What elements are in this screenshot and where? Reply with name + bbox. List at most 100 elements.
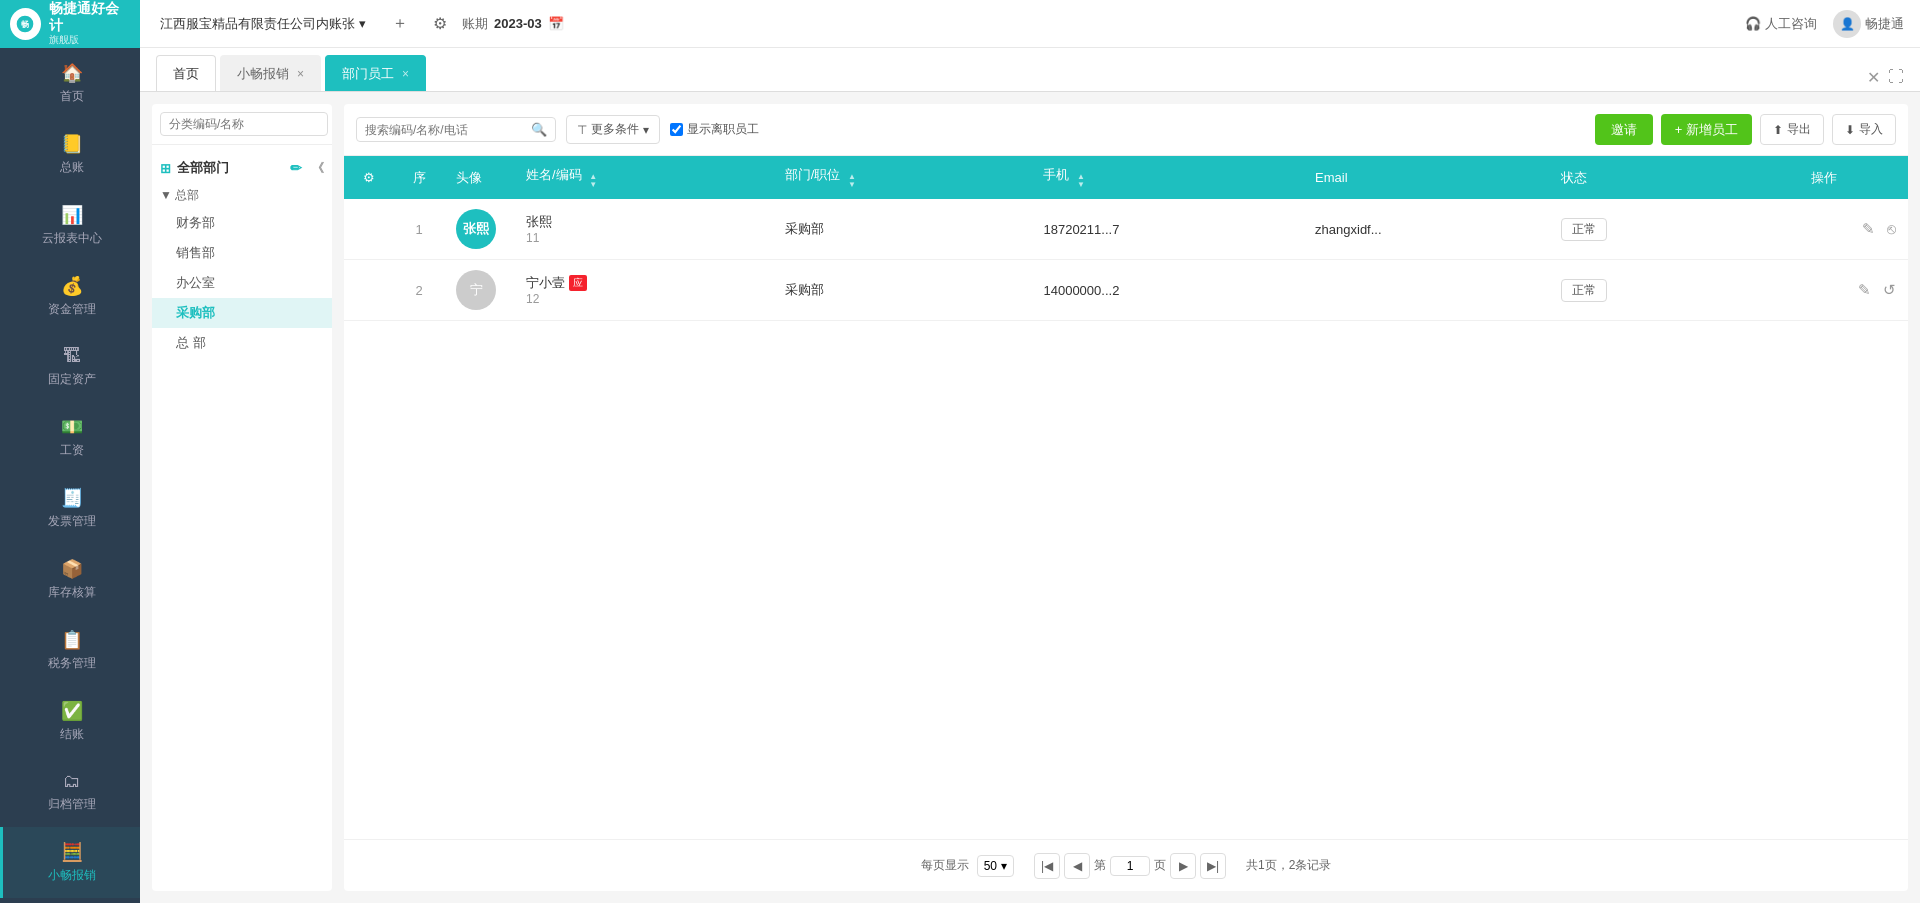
row1-avatar: 张熙 [444,199,514,260]
page-unit: 页 [1154,857,1166,874]
row2-dept: 采购部 [773,260,1032,321]
dept-tree: ⊞ 全部部门 ✏ 《 ▼ 总部 财务部 销售部 办公室 [152,145,332,891]
logout-icon[interactable]: ⎋ [1887,220,1896,238]
sidebar-item-invoice[interactable]: 🧾 发票管理 [0,473,140,544]
sidebar-item-assets[interactable]: 🏗 固定资产 [0,332,140,402]
filter-button[interactable]: ⊤ 更多条件 ▾ [566,115,660,144]
page-size-select[interactable]: 50 ▾ [977,855,1014,877]
dept-item-purchase[interactable]: 采购部 [152,298,332,328]
import-button[interactable]: ⬇ 导入 [1832,114,1896,145]
table-row: 1 张熙 张熙 11 采购部 [344,199,1908,260]
tab-dept-label: 部门员工 [342,65,394,83]
row1-status: 正常 [1549,199,1739,260]
dept-item-finance-label: 财务部 [176,215,215,230]
logo-text-block: 畅捷通好会计 旗舰版 [49,0,130,47]
topbar: 畅 畅捷通好会计 旗舰版 江西服宝精品有限责任公司内账张 ▾ ＋ ⚙ 账期 20… [0,0,1920,48]
resigned-checkbox-input[interactable] [670,123,683,136]
export-button[interactable]: ⬆ 导出 [1760,114,1824,145]
dept-item-sales[interactable]: 销售部 [152,238,332,268]
add-employee-button[interactable]: + 新增员工 [1661,114,1752,145]
user-menu[interactable]: 👤 畅捷通 [1833,10,1904,38]
sidebar-item-ledger[interactable]: 📒 总账 [0,119,140,190]
window-expand-icon[interactable]: ⛶ [1888,68,1904,87]
th-name[interactable]: 姓名/编码 ▲▼ [514,156,773,199]
headset-icon: 🎧 [1745,16,1761,31]
prev-page-button[interactable]: ◀ [1064,853,1090,879]
th-dept[interactable]: 部门/职位 ▲▼ [773,156,1032,199]
page-total: 共1页，2条记录 [1246,857,1331,874]
last-page-button[interactable]: ▶| [1200,853,1226,879]
sidebar-item-settings[interactable]: ⚙ 基础设置 [0,898,140,903]
window-close-icon[interactable]: ✕ [1867,68,1880,87]
tab-home-label: 首页 [173,65,199,83]
first-page-button[interactable]: |◀ [1034,853,1060,879]
sidebar-item-salary[interactable]: 💵 工资 [0,402,140,473]
edit-icon[interactable]: ✎ [1858,281,1871,299]
invite-button[interactable]: 邀请 [1595,114,1653,145]
row1-name: 张熙 11 [514,199,773,260]
dept-search: 🔍 [152,104,332,145]
tax-icon: 📋 [61,629,83,651]
th-avatar: 头像 [444,156,514,199]
sidebar-label-ledger: 总账 [60,159,84,176]
th-phone[interactable]: 手机 ▲▼ [1031,156,1303,199]
avatar: 宁 [456,270,496,310]
emp-search-input[interactable] [365,123,525,137]
archive-icon: 🗂 [63,771,81,792]
page-size-chevron: ▾ [1001,859,1007,873]
sidebar-item-funds[interactable]: 💰 资金管理 [0,261,140,332]
sidebar-item-archive[interactable]: 🗂 归档管理 [0,757,140,827]
add-button[interactable]: ＋ [386,10,414,38]
sidebar-item-home[interactable]: 🏠 首页 [0,48,140,119]
emp-search-icon[interactable]: 🔍 [531,122,547,137]
salary-icon: 💵 [61,416,83,438]
invoice-icon: 🧾 [61,487,83,509]
column-settings-icon[interactable]: ⚙ [363,170,375,185]
company-selector[interactable]: 江西服宝精品有限责任公司内账张 ▾ [160,15,370,33]
service-label: 人工咨询 [1765,15,1817,33]
sidebar-label-invoice: 发票管理 [48,513,96,530]
inventory-icon: 📦 [61,558,83,580]
reports-icon: 📊 [61,204,83,226]
filter-chevron-icon: ▾ [643,123,649,137]
settings-icon[interactable]: ⚙ [426,10,454,38]
content-area: 首页 小畅报销 × 部门员工 × ✕ ⛶ 🔍 [140,48,1920,903]
page-number-input[interactable] [1110,856,1150,876]
funds-icon: 💰 [61,275,83,297]
sidebar: 🏠 首页 📒 总账 📊 云报表中心 💰 资金管理 🏗 固定资产 💵 工资 🧾 发… [0,48,140,903]
dept-search-input[interactable] [160,112,328,136]
all-dept-item[interactable]: ⊞ 全部部门 ✏ 《 [152,153,332,183]
edit-dept-icon[interactable]: ✏ [290,160,302,176]
dept-item-general[interactable]: 总 部 [152,328,332,358]
assets-icon: 🏗 [63,346,81,367]
row1-num: 1 [394,199,444,260]
tab-xiaochang[interactable]: 小畅报销 × [220,55,321,91]
sidebar-item-xiaochang[interactable]: 🧮 小畅报销 [0,827,140,898]
avatar: 👤 [1833,10,1861,38]
next-page-button[interactable]: ▶ [1170,853,1196,879]
row2-name: 宁小壹 应 12 [514,260,773,321]
tab-dept-close[interactable]: × [402,67,409,81]
sidebar-item-inventory[interactable]: 📦 库存核算 [0,544,140,615]
period-selector[interactable]: 账期 2023-03 📅 [462,15,564,33]
page-num-prefix: 第 [1094,857,1106,874]
edit-icon[interactable]: ✎ [1862,220,1875,238]
sidebar-item-reports[interactable]: 📊 云报表中心 [0,190,140,261]
row1-name-text: 张熙 [526,213,761,231]
grid-icon: ⊞ [160,161,171,176]
refresh-icon[interactable]: ↺ [1883,281,1896,299]
tab-home[interactable]: 首页 [156,55,216,91]
sidebar-item-checkout[interactable]: ✅ 结账 [0,686,140,757]
sidebar-label-inventory: 库存核算 [48,584,96,601]
sidebar-item-tax[interactable]: 📋 税务管理 [0,615,140,686]
filter-icon: ⊤ [577,123,587,137]
dept-item-office[interactable]: 办公室 [152,268,332,298]
service-button[interactable]: 🎧 人工咨询 [1745,15,1817,33]
tab-dept[interactable]: 部门员工 × [325,55,426,91]
tab-xiaochang-close[interactable]: × [297,67,304,81]
collapse-icon[interactable]: 《 [312,160,324,177]
dept-item-finance[interactable]: 财务部 [152,208,332,238]
th-actions: 操作 [1739,156,1908,199]
dept-item-sales-label: 销售部 [176,245,215,260]
show-resigned-checkbox[interactable]: 显示离职员工 [670,121,759,138]
